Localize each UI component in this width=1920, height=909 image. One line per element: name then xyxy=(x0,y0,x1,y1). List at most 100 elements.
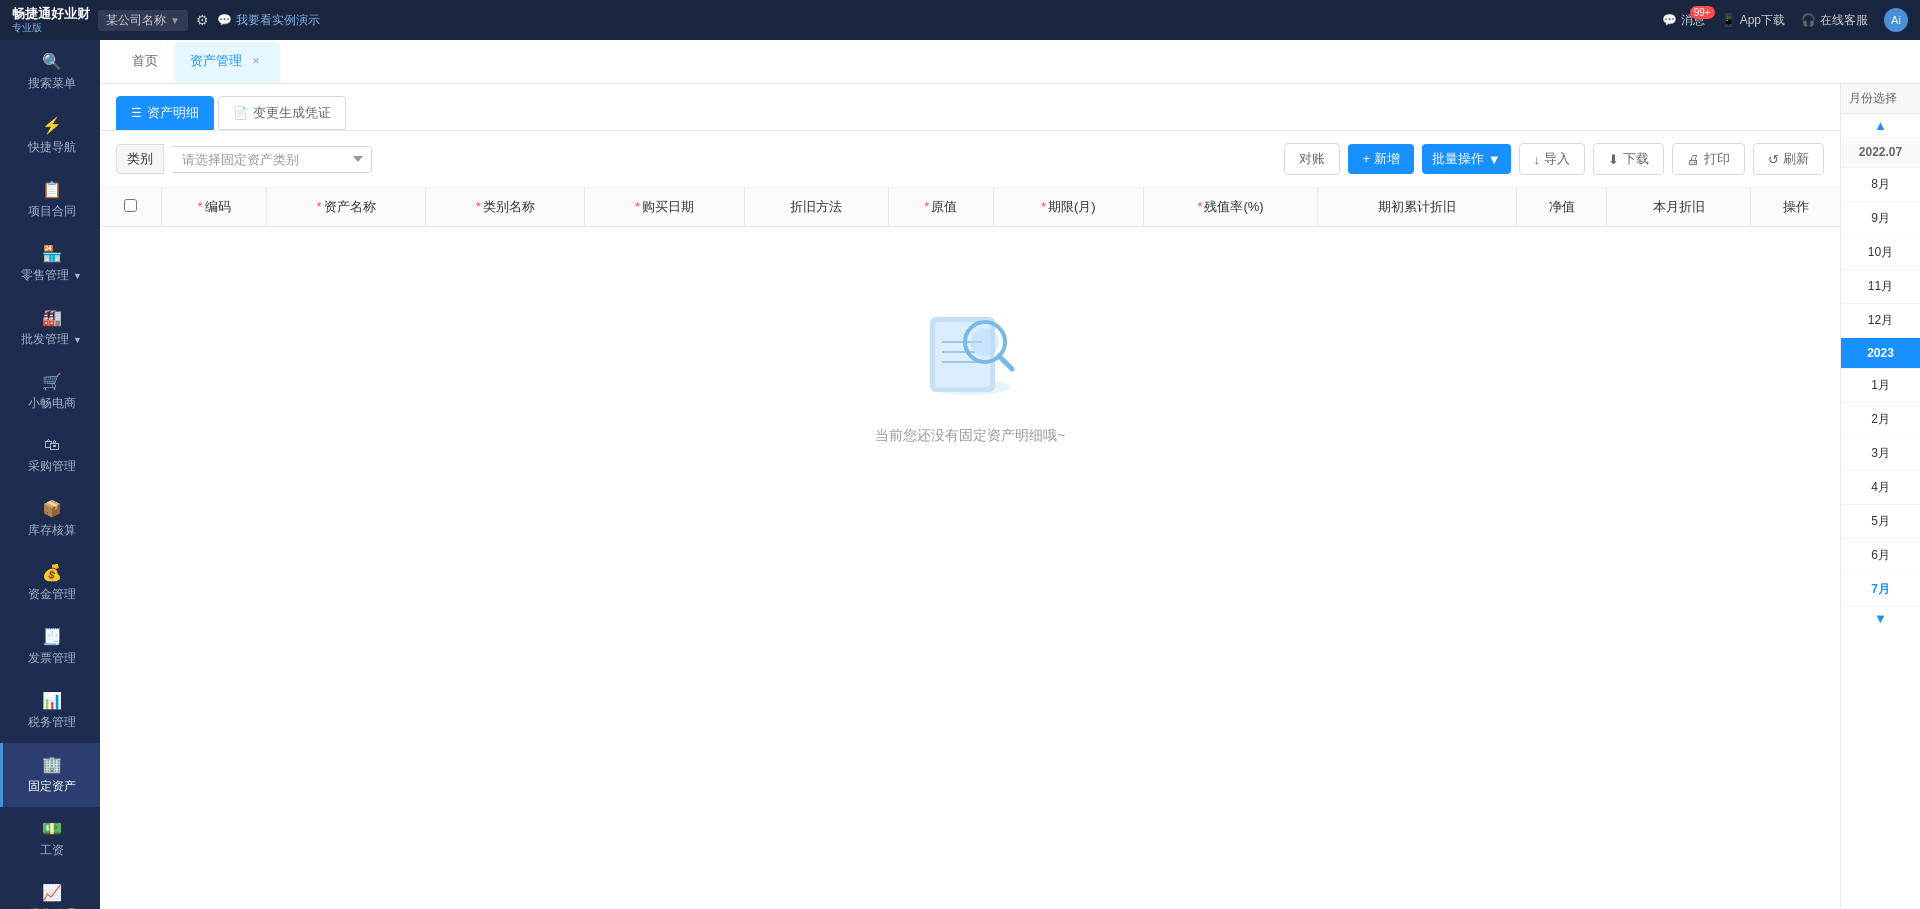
month-8[interactable]: 8月 xyxy=(1841,168,1920,202)
required-mark-category_name: * xyxy=(476,199,481,214)
month-9[interactable]: 9月 xyxy=(1841,202,1920,236)
tab-home[interactable]: 首页 xyxy=(116,42,174,82)
month-6[interactable]: 6月 xyxy=(1841,539,1920,573)
refresh-icon: ↺ xyxy=(1768,152,1779,167)
required-mark-original_value: * xyxy=(924,199,929,214)
month-10[interactable]: 10月 xyxy=(1841,236,1920,270)
select-all-header[interactable] xyxy=(100,188,162,227)
category-select[interactable]: 请选择固定资产类别 xyxy=(172,146,372,173)
sidebar-item-purchase[interactable]: 🛍 采购管理 xyxy=(0,424,100,487)
company-name: 某公司名称 xyxy=(106,12,166,29)
message-icon: 💬 xyxy=(1662,13,1677,27)
month-5[interactable]: 5月 xyxy=(1841,505,1920,539)
batch-ops-label: 批量操作 xyxy=(1432,150,1484,168)
refresh-button[interactable]: ↺ 刷新 xyxy=(1753,143,1824,175)
sidebar-icon-project-contract: 📋 xyxy=(11,180,92,199)
company-selector[interactable]: 某公司名称 ▼ xyxy=(98,10,188,31)
month-4[interactable]: 4月 xyxy=(1841,471,1920,505)
sidebar-label-container-purchase: 采购管理 xyxy=(11,458,92,475)
sidebar-label-container-project-contract: 项目合同 xyxy=(11,203,92,220)
sub-tab-asset-detail[interactable]: ☰ 资产明细 xyxy=(116,96,214,130)
demo-link-text: 我要看实例演示 xyxy=(236,12,320,29)
top-bar: 畅捷通好业财 专业版 某公司名称 ▼ ⚙ 💬 我要看实例演示 💬 消息 99+ … xyxy=(0,0,1920,40)
download-label: 下载 xyxy=(1623,150,1649,168)
company-dropdown-arrow: ▼ xyxy=(170,15,180,26)
sidebar-arrow-wholesale: ▼ xyxy=(73,335,82,345)
sidebar-item-invoice[interactable]: 🧾 发票管理 xyxy=(0,615,100,679)
sidebar-icon-ecommerce: 🛒 xyxy=(11,372,92,391)
empty-message: 当前您还没有固定资产明细哦~ xyxy=(875,427,1065,445)
message-button[interactable]: 💬 消息 99+ xyxy=(1662,12,1705,29)
sidebar-item-capital[interactable]: 💰 资金管理 xyxy=(0,551,100,615)
sidebar-label-container-ecommerce: 小畅电商 xyxy=(11,395,92,412)
select-all-checkbox[interactable] xyxy=(124,199,137,212)
sidebar-label-invoice: 发票管理 xyxy=(28,650,76,667)
sidebar-item-fixed-assets[interactable]: 🏢 固定资产 xyxy=(0,743,100,807)
sidebar-item-ecommerce[interactable]: 🛒 小畅电商 xyxy=(0,360,100,424)
print-button[interactable]: 🖨 打印 xyxy=(1672,143,1745,175)
th-category_name: *类别名称 xyxy=(426,188,585,227)
month-nav-down[interactable]: ▼ xyxy=(1841,607,1920,630)
sidebar-label-container-inventory: 库存核算 xyxy=(11,522,92,539)
add-new-button[interactable]: + 新增 xyxy=(1348,144,1413,174)
app-download-button[interactable]: 📱 App下载 xyxy=(1721,12,1785,29)
sidebar-item-tax[interactable]: 📊 税务管理 xyxy=(0,679,100,743)
sidebar-icon-tax: 📊 xyxy=(11,691,92,710)
app-name: 畅捷通好业财 xyxy=(12,6,90,22)
month-1[interactable]: 1月 xyxy=(1841,369,1920,403)
online-service-button[interactable]: 🎧 在线客服 xyxy=(1801,12,1868,29)
import-button[interactable]: ↓ 导入 xyxy=(1519,143,1586,175)
month-panel-title: 月份选择 xyxy=(1849,90,1897,107)
category-label: 类别 xyxy=(116,144,164,174)
table-header-row: *编码*资产名称*类别名称*购买日期折旧方法*原值*期限(月)*残值率(%)期初… xyxy=(100,188,1840,227)
sidebar: 🔍 搜索菜单 ⚡ 快捷导航 📋 项目合同 🏪 零售管理 ▼ xyxy=(0,40,100,909)
th-operations: 操作 xyxy=(1751,188,1840,227)
app-branding: 畅捷通好业财 专业版 xyxy=(12,6,90,34)
batch-ops-button[interactable]: 批量操作 ▼ xyxy=(1422,144,1511,174)
th-code: *编码 xyxy=(162,188,267,227)
online-service-label: 在线客服 xyxy=(1820,12,1868,29)
sidebar-item-search[interactable]: 🔍 搜索菜单 xyxy=(0,40,100,104)
reconcile-button[interactable]: 对账 xyxy=(1284,143,1340,175)
month-3[interactable]: 3月 xyxy=(1841,437,1920,471)
th-monthly_depreciation: 本月折旧 xyxy=(1607,188,1751,227)
import-label: 导入 xyxy=(1544,150,1570,168)
sidebar-label-ecommerce: 小畅电商 xyxy=(28,395,76,412)
tab-close-icon[interactable]: × xyxy=(248,53,264,69)
sidebar-item-retail[interactable]: 🏪 零售管理 ▼ xyxy=(0,232,100,296)
month-12[interactable]: 12月 xyxy=(1841,304,1920,338)
th-accumulated_depreciation: 期初累计折旧 xyxy=(1318,188,1517,227)
month-2[interactable]: 2月 xyxy=(1841,403,1920,437)
service-icon: 🎧 xyxy=(1801,13,1816,27)
sidebar-item-project-contract[interactable]: 📋 项目合同 xyxy=(0,168,100,232)
download-button[interactable]: ⬇ 下载 xyxy=(1593,143,1664,175)
required-mark-purchase_date: * xyxy=(635,199,640,214)
sidebar-icon-purchase: 🛍 xyxy=(11,436,92,454)
magnifier-inner xyxy=(971,328,999,356)
month-nav-up[interactable]: ▲ xyxy=(1841,114,1920,137)
th-depreciation_method: 折旧方法 xyxy=(744,188,888,227)
th-net_value: 净值 xyxy=(1517,188,1607,227)
user-avatar[interactable]: Ai xyxy=(1884,8,1908,32)
sub-tab-change-voucher-label: 变更生成凭证 xyxy=(253,104,331,122)
sub-tabs: ☰ 资产明细 📄 变更生成凭证 xyxy=(100,84,1840,131)
sidebar-item-inventory[interactable]: 📦 库存核算 xyxy=(0,487,100,551)
demo-link[interactable]: 💬 我要看实例演示 xyxy=(217,12,320,29)
tab-asset-management[interactable]: 资产管理 × xyxy=(174,42,280,82)
sidebar-label-search: 搜索菜单 xyxy=(28,75,76,92)
sidebar-item-quick-nav[interactable]: ⚡ 快捷导航 xyxy=(0,104,100,168)
sidebar-label-container-invoice: 发票管理 xyxy=(11,650,92,667)
tab-home-label: 首页 xyxy=(132,52,158,70)
sidebar-arrow-retail: ▼ xyxy=(73,271,82,281)
sidebar-item-salary[interactable]: 💵 工资 xyxy=(0,807,100,871)
settings-icon[interactable]: ⚙ xyxy=(196,12,209,28)
month-11[interactable]: 11月 xyxy=(1841,270,1920,304)
sidebar-item-operations[interactable]: 📈 经营管理 xyxy=(0,871,100,909)
sidebar-item-wholesale[interactable]: 🏭 批发管理 ▼ xyxy=(0,296,100,360)
sidebar-label-container-search: 搜索菜单 xyxy=(11,75,92,92)
main-panel: ☰ 资产明细 📄 变更生成凭证 类别 请选择固定资产类别 xyxy=(100,84,1840,909)
sidebar-label-wholesale: 批发管理 xyxy=(21,331,69,348)
month-7-selected[interactable]: 7月 xyxy=(1841,573,1920,607)
sidebar-icon-capital: 💰 xyxy=(11,563,92,582)
sub-tab-change-voucher[interactable]: 📄 变更生成凭证 xyxy=(218,96,346,130)
